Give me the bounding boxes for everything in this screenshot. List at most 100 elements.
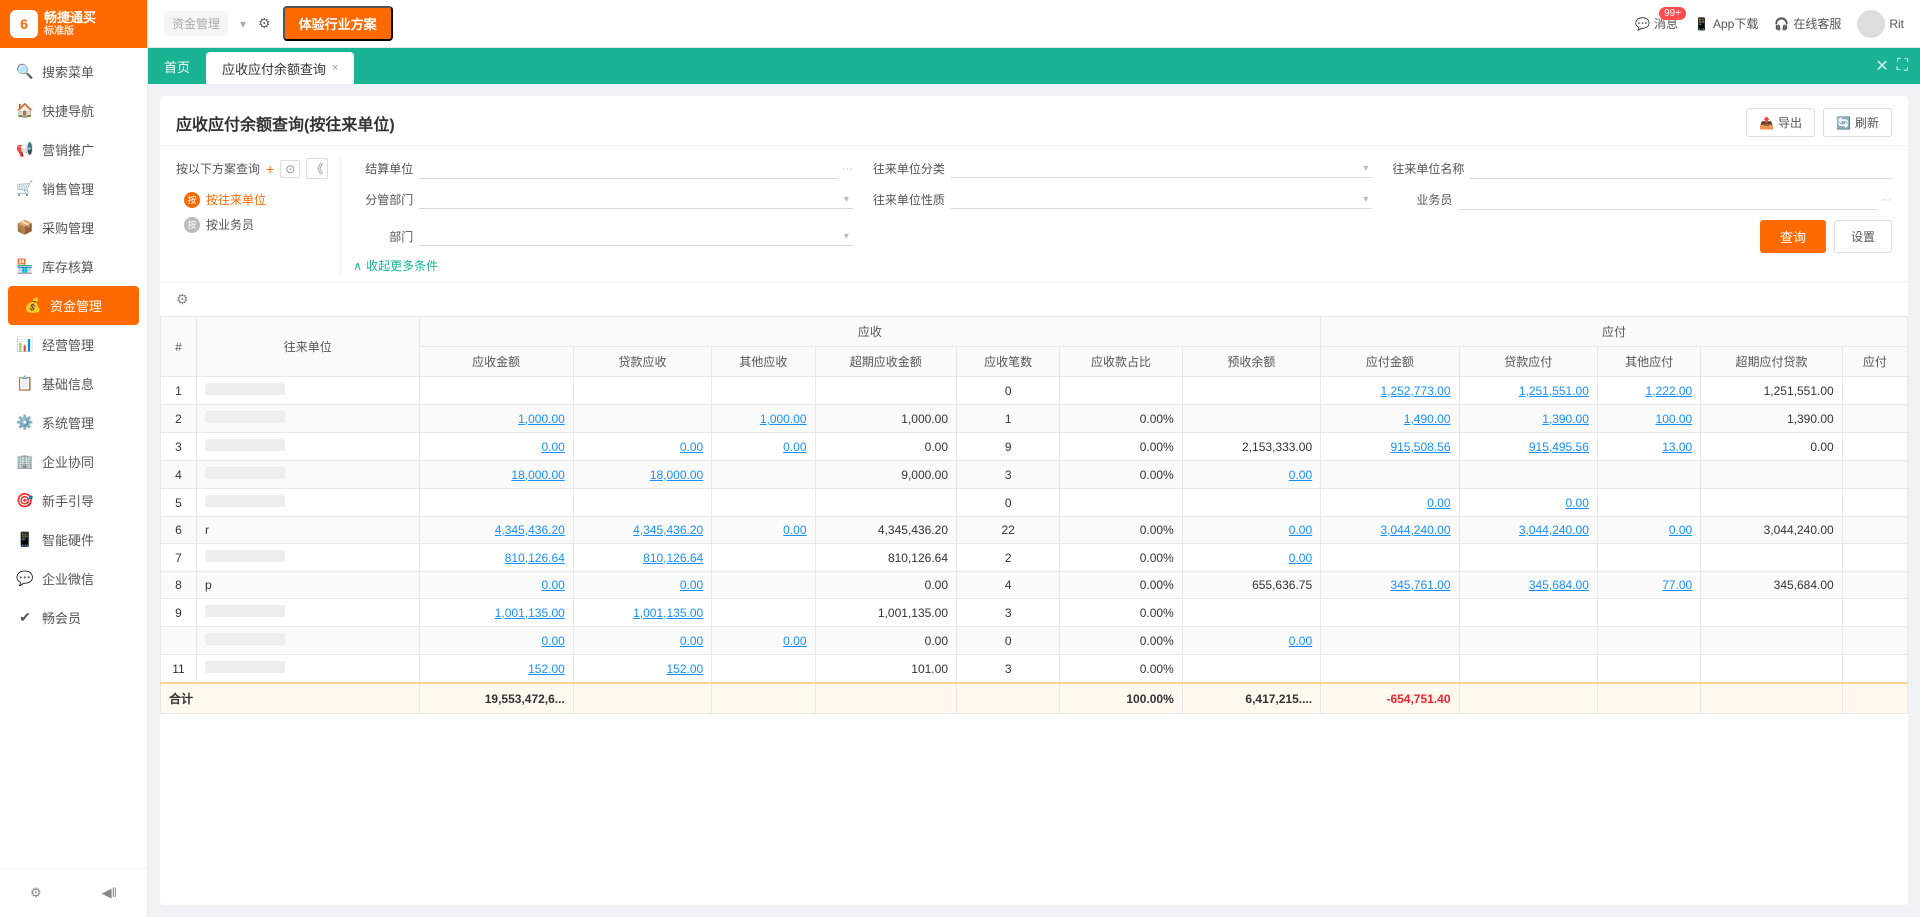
row-yf-cq [1701,655,1842,684]
sidebar-item-enterprise[interactable]: 🏢 企业协同 [0,442,147,481]
sidebar-item-operation[interactable]: 📊 经营管理 [0,325,147,364]
sidebar-item-sales[interactable]: 🛒 销售管理 [0,169,147,208]
filter-area: 按以下方案查询 + ⊙ 《 按 按往来单位 按 按业务员 [160,146,1908,283]
jsdw-input[interactable] [419,158,838,179]
promo-button[interactable]: 体验行业方案 [283,6,393,41]
table-total-row: 合计 19,553,472,6... 100.00% 6,417,215....… [161,683,1908,714]
ywy-input[interactable] [1458,189,1877,210]
filter-add-button[interactable]: + [266,161,274,177]
header-gear-icon[interactable]: ⚙ [258,15,271,32]
ywy-dots-icon[interactable]: ··· [1881,194,1892,206]
tab-close-icon[interactable]: × [332,62,338,74]
row-ys-je: 810,126.64 [419,544,573,572]
filter-collapse-scheme-icon[interactable]: 《 [306,158,328,179]
row-ys-cq [815,489,956,517]
row-yf-je [1321,655,1459,684]
row-partner [197,544,420,572]
setting-button[interactable]: 设置 [1834,220,1892,253]
app-logo: 6 畅捷通买 标准版 [0,0,147,48]
sidebar-item-member[interactable]: ✔ 畅会员 [0,598,147,637]
sidebar-item-quick-nav[interactable]: 🏠 快捷导航 [0,91,147,130]
app-download-button[interactable]: 📱 App下载 [1694,15,1758,32]
filter-collapse-button[interactable]: ∧ 收起更多条件 [353,257,1892,274]
scheme-option-partner[interactable]: 按 按往来单位 [176,187,328,212]
jsdw-dots-icon[interactable]: ··· [842,163,853,175]
message-icon: 💬 [1635,17,1650,31]
row-yf-last [1842,377,1907,405]
row-ys-bs: 0 [957,627,1060,655]
sidebar-item-basic[interactable]: 📋 基础信息 [0,364,147,403]
home-icon: 🏠 [16,102,34,119]
sidebar-item-purchase[interactable]: 📦 采购管理 [0,208,147,247]
row-ys-zb: 0.00% [1060,572,1182,599]
row-index: 11 [161,655,197,684]
sidebar-item-marketing[interactable]: 📢 营销推广 [0,130,147,169]
field-label-jsdw: 结算单位 [353,160,413,177]
sidebar-item-wechat[interactable]: 💬 企业微信 [0,559,147,598]
online-service-button[interactable]: 🎧 在线客服 [1774,15,1841,32]
page-header-actions: 📤 导出 🔄 刷新 [1746,108,1892,137]
filter-field-lwdwxz: 往来单位性质 ▾ [873,191,1373,209]
row-ys-ys [1182,377,1320,405]
field-control-bm: ▾ [419,228,853,246]
user-menu[interactable]: Rit [1857,10,1904,38]
row-ys-dk: 0.00 [573,433,711,461]
row-ys-zb: 0.00% [1060,517,1182,544]
row-ys-dk: 0.00 [573,627,711,655]
sidebar-item-search-menu[interactable]: 🔍 搜索菜单 [0,52,147,91]
sidebar-item-smart[interactable]: 📱 智能硬件 [0,520,147,559]
row-yf-je: 3,044,240.00 [1321,517,1459,544]
lwdwxz-select[interactable]: ▾ [951,191,1373,209]
row-yf-last [1842,544,1907,572]
row-ys-je: 4,345,436.20 [419,517,573,544]
search-menu-icon: 🔍 [16,63,34,80]
online-service-icon: 🎧 [1774,17,1789,31]
lwdwmc-input[interactable] [1470,158,1892,179]
sidebar-item-inventory[interactable]: 🏪 库存核算 [0,247,147,286]
row-yf-qt [1597,655,1700,684]
row-ys-cq: 810,126.64 [815,544,956,572]
row-yf-last [1842,572,1907,599]
total-ys-zb: 100.00% [1060,683,1182,714]
sidebar-item-finance[interactable]: 💰 资金管理 [8,286,139,325]
table-section: ⚙ # 往来单位 应收 应付 应收金额 贷款应收 其他应收 [160,283,1908,726]
sidebar-settings-button[interactable]: ⚙ [24,879,48,907]
page-header: 应收应付余额查询(按往来单位) 📤 导出 🔄 刷新 [160,96,1908,146]
row-ys-ys [1182,599,1320,627]
tab-home[interactable]: 首页 [148,48,206,84]
row-yf-dk [1459,627,1597,655]
row-yf-qt: 13.00 [1597,433,1700,461]
fgbm-select[interactable]: ▾ [419,191,853,209]
row-ys-je: 1,000.00 [419,405,573,433]
sidebar-footer: ⚙ ◀‖ [0,868,147,917]
scheme-option-salesperson[interactable]: 按 按业务员 [176,212,328,237]
table-gear-icon[interactable]: ⚙ [176,291,189,308]
refresh-button[interactable]: 🔄 刷新 [1823,108,1892,137]
row-index: 5 [161,489,197,517]
sidebar-collapse-button[interactable]: ◀‖ [96,879,123,907]
sidebar-item-system[interactable]: ⚙️ 系统管理 [0,403,147,442]
avatar [1857,10,1885,38]
filter-settings-icon[interactable]: ⊙ [280,160,300,178]
table-row: 2 1,000.00 1,000.00 1,000.00 1 0.00% 1,4… [161,405,1908,433]
col-yf-je-header: 应付金额 [1321,347,1459,377]
row-yf-cq [1701,599,1842,627]
breadcrumb-dropdown-icon[interactable]: ▾ [240,17,246,31]
row-yf-cq [1701,489,1842,517]
lwdwfl-chevron-icon: ▾ [1363,163,1368,174]
bm-select[interactable]: ▾ [419,228,853,246]
sidebar-item-guide[interactable]: 🎯 新手引导 [0,481,147,520]
export-button[interactable]: 📤 导出 [1746,108,1815,137]
tab-ar-ap-balance[interactable]: 应收应付余额查询 × [206,52,354,84]
table-row: 8 p 0.00 0.00 0.00 4 0.00% 655,636.75 34… [161,572,1908,599]
row-ys-je: 18,000.00 [419,461,573,489]
row-index: 2 [161,405,197,433]
fgbm-chevron-icon: ▾ [844,194,849,205]
message-button[interactable]: 💬 消息 99+ [1635,15,1678,32]
filter-section-label: 按以下方案查询 [176,160,260,177]
query-button[interactable]: 查询 [1760,220,1826,253]
tab-expand-icon[interactable]: ⛶ [1897,57,1908,75]
row-partner [197,599,420,627]
tab-close-window-icon[interactable]: ✕ [1875,56,1888,76]
lwdwfl-select[interactable]: ▾ [951,160,1373,178]
